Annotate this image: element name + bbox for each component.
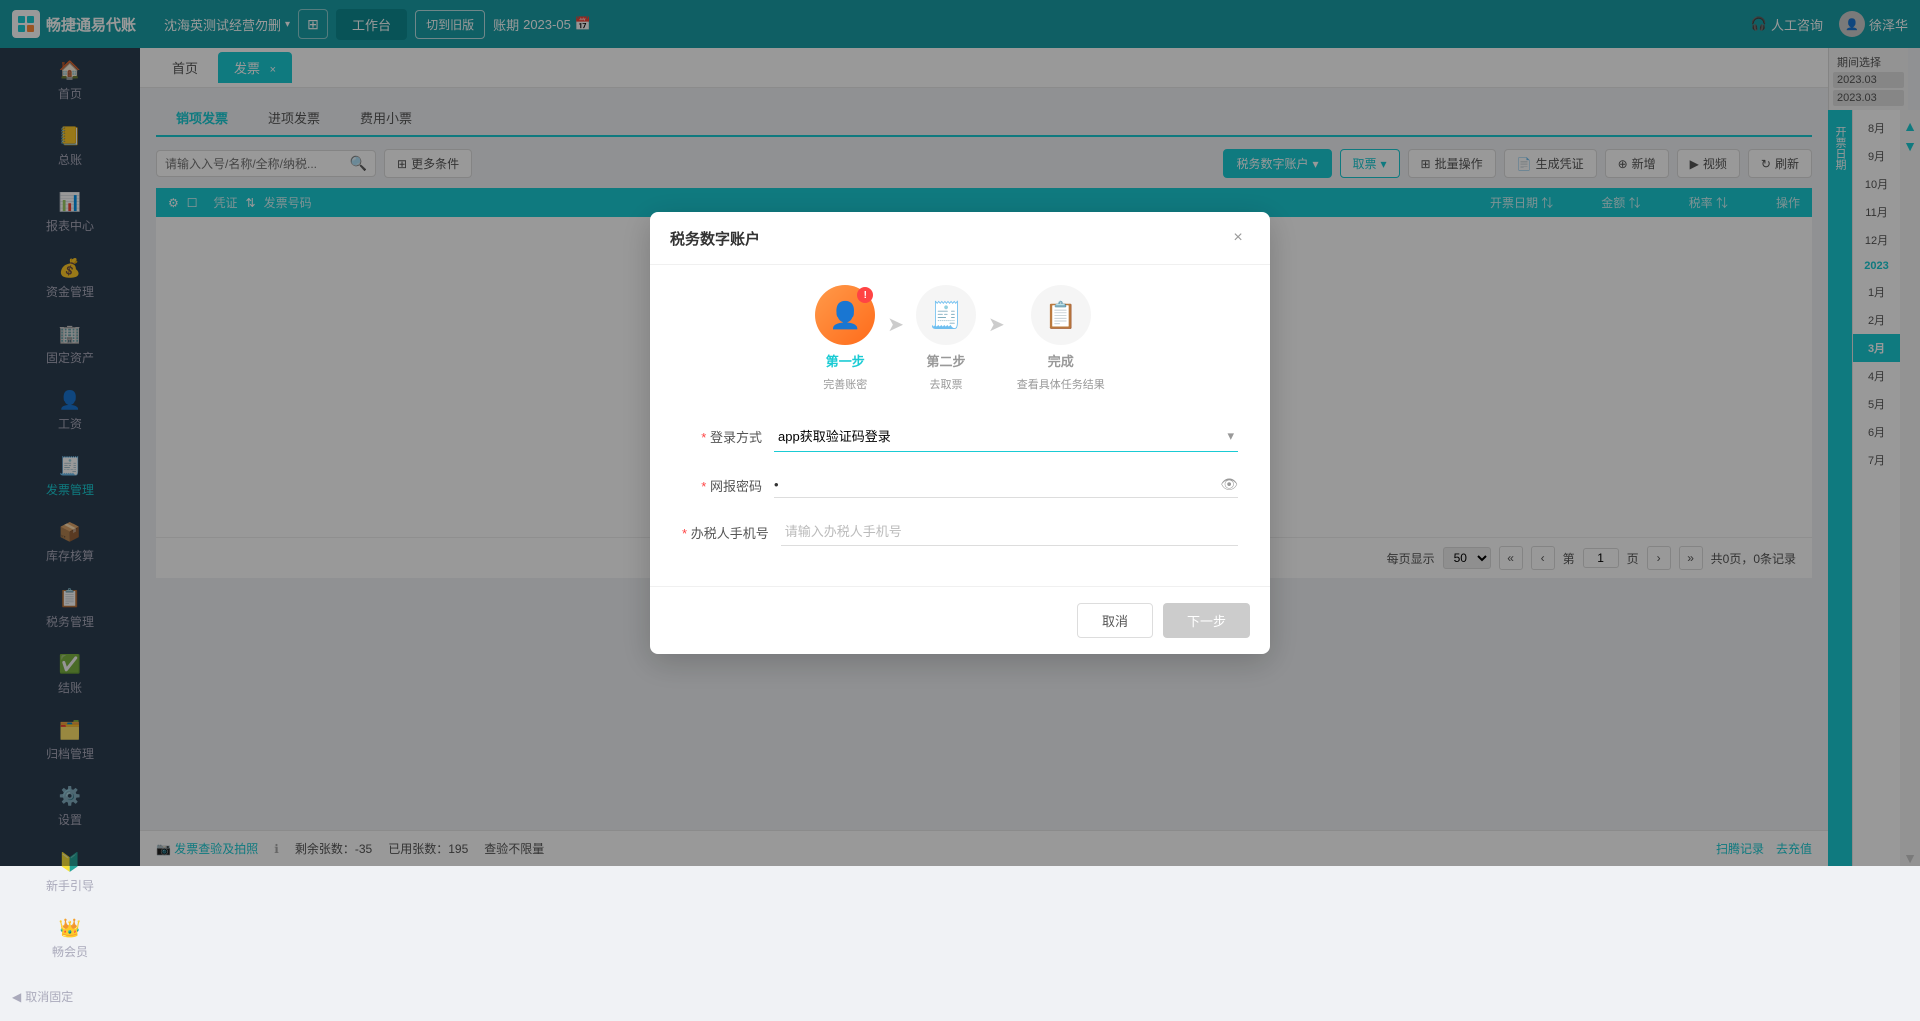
modal-close-button[interactable]: × [1226,226,1250,250]
step-2-label: 第二步 [926,351,965,370]
step-3-icon: 📋 [1045,300,1077,331]
step-3: 📋 完成 查看具体任务结果 [1017,285,1105,392]
phone-row: * 办税人手机号 [682,518,1238,546]
login-method-value: app获取验证码登录 [778,426,891,445]
step-1-error-dot: ! [857,287,873,303]
step-1-icon: 👤 [829,300,861,331]
sidebar-bottom: ◀ 取消固定 [0,972,140,1021]
next-step-button[interactable]: 下一步 [1163,603,1250,638]
pin-icon: ◀ [12,990,21,1004]
step-arrow-1: ➤ [887,312,904,337]
modal-title: 税务数字账户 [670,228,760,249]
step-2-desc: 去取票 [930,376,963,392]
member-icon: 👑 [59,918,81,939]
modal-overlay: 税务数字账户 × 👤 ! 第一步 完善账密 ➤ [0,0,1920,866]
tax-account-modal: 税务数字账户 × 👤 ! 第一步 完善账密 ➤ [650,212,1270,654]
password-input-wrap: 👁 [774,472,1238,498]
sidebar-item-member[interactable]: 👑 畅会员 [0,906,140,972]
step-3-label: 完成 [1048,351,1074,370]
password-label: * 网报密码 [682,476,762,495]
step-1-circle: 👤 ! [815,285,875,345]
step-1-desc: 完善账密 [823,376,867,392]
pin-sidebar-button[interactable]: ◀ 取消固定 [8,982,132,1011]
pin-label: 取消固定 [25,988,73,1005]
step-2: 🧾 第二步 去取票 [916,285,976,392]
step-2-circle: 🧾 [916,285,976,345]
password-required-star: * [701,479,706,494]
phone-label: * 办税人手机号 [682,523,769,542]
modal-body: 👤 ! 第一步 完善账密 ➤ 🧾 第二步 去取票 ➤ [650,265,1270,586]
step-3-circle: 📋 [1031,285,1091,345]
step-3-desc: 查看具体任务结果 [1017,376,1105,392]
step-1-label: 第一步 [826,351,865,370]
phone-input[interactable] [781,518,1238,546]
login-method-select[interactable]: app获取验证码登录 ▾ [774,420,1238,452]
login-method-row: * 登录方式 app获取验证码登录 ▾ [682,420,1238,452]
steps-indicator: 👤 ! 第一步 完善账密 ➤ 🧾 第二步 去取票 ➤ [682,285,1238,392]
password-row: * 网报密码 👁 [682,472,1238,498]
eye-toggle-icon[interactable]: 👁 [1220,476,1238,493]
step-arrow-2: ➤ [988,312,1005,337]
login-method-chevron-icon: ▾ [1227,428,1234,444]
sidebar-item-label: 新手引导 [46,877,94,894]
cancel-button[interactable]: 取消 [1077,603,1153,638]
modal-footer: 取消 下一步 [650,586,1270,654]
step-1: 👤 ! 第一步 完善账密 [815,285,875,392]
sidebar-item-label: 畅会员 [52,943,88,960]
modal-header: 税务数字账户 × [650,212,1270,265]
required-star: * [701,430,706,445]
password-input[interactable] [774,477,1220,492]
step-2-icon: 🧾 [930,300,962,331]
phone-required-star: * [682,526,687,541]
login-method-label: * 登录方式 [682,427,762,446]
